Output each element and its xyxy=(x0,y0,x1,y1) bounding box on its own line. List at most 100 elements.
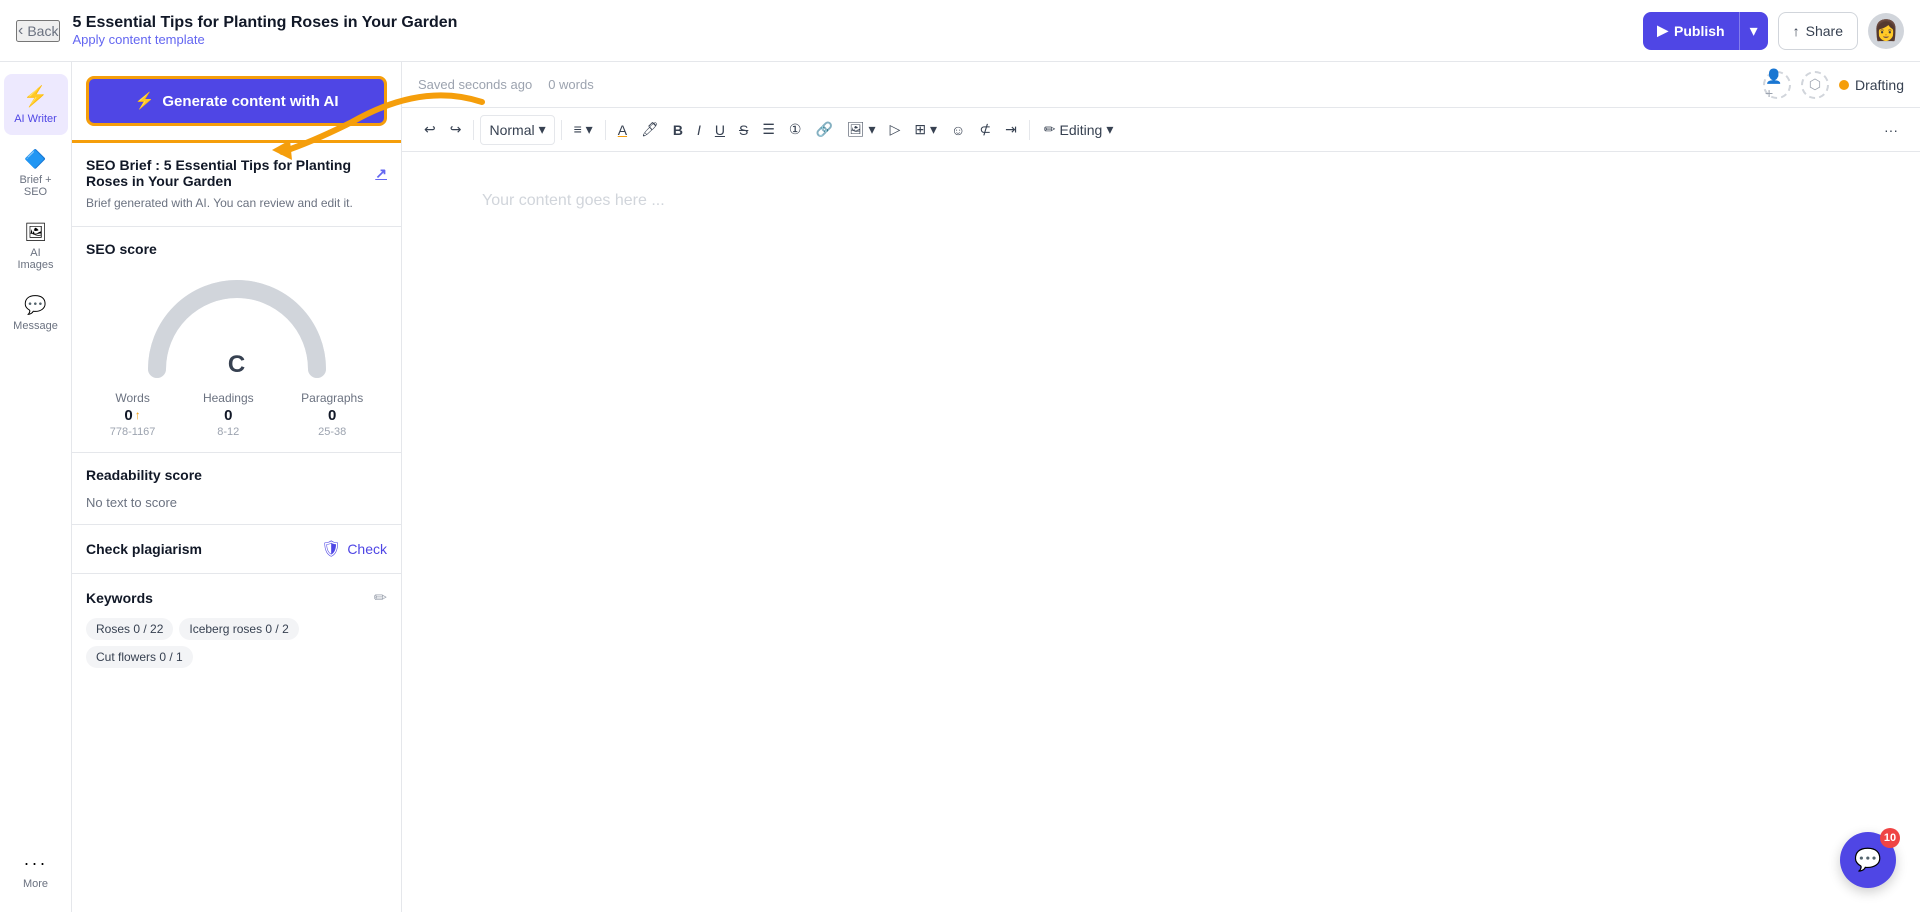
avatar[interactable]: 👩 xyxy=(1868,13,1904,49)
keyword-tag-cut-flowers: Cut flowers 0 / 1 xyxy=(86,646,193,668)
share-icon: ↑ xyxy=(1793,23,1800,39)
sidebar-label-ai-images: AI Images xyxy=(12,247,60,271)
toolbar-sep-3 xyxy=(605,120,606,140)
redo-button[interactable]: ↪ xyxy=(444,115,468,145)
stat-paragraphs-value: 0 xyxy=(328,407,336,424)
image-button[interactable]: 🖼 ▾ xyxy=(841,115,882,145)
seo-score-title: SEO score xyxy=(86,241,387,257)
collab-share-icon[interactable]: ⬡ xyxy=(1801,71,1829,99)
text-color-button[interactable]: A xyxy=(612,115,633,145)
chat-icon: 💬 xyxy=(1854,847,1881,873)
keywords-header: Keywords ✏ xyxy=(86,588,387,608)
stat-words-label: Words xyxy=(115,391,149,405)
back-label: Back xyxy=(27,23,58,39)
drafting-label: Drafting xyxy=(1855,77,1904,93)
more-icon: ··· xyxy=(24,853,48,874)
bold-button[interactable]: B xyxy=(667,115,689,145)
stat-paragraphs-label: Paragraphs xyxy=(301,391,363,405)
link-button[interactable]: 🔗 xyxy=(809,115,838,145)
seo-gauge: C xyxy=(86,269,387,379)
format-chevron-icon: ▾ xyxy=(539,121,546,138)
toolbar-sep-2 xyxy=(561,120,562,140)
chat-button[interactable]: 💬 10 xyxy=(1840,832,1896,888)
strikethrough-button[interactable]: S xyxy=(733,115,754,145)
brief-subtitle: Brief generated with AI. You can review … xyxy=(86,195,387,212)
editing-chevron-icon: ▾ xyxy=(1106,121,1113,138)
italic-button[interactable]: I xyxy=(691,115,707,145)
collab-add-icon[interactable]: 👤+ xyxy=(1763,71,1791,99)
generate-btn-section: ⚡ Generate content with AI xyxy=(72,62,401,143)
chat-widget[interactable]: 💬 10 xyxy=(1840,832,1896,888)
sidebar-item-message[interactable]: 💬 Message xyxy=(4,285,68,342)
publish-icon: ▶ xyxy=(1657,22,1668,39)
lightning-icon: ⚡ xyxy=(23,84,48,109)
share-label: Share xyxy=(1806,23,1843,39)
lightning-generate-icon: ⚡ xyxy=(134,91,154,111)
seo-stats: Words 0 ↑ 778-1167 Headings 0 8-12 Parag… xyxy=(86,391,387,438)
chat-badge: 10 xyxy=(1880,828,1900,848)
back-button[interactable]: ‹ Back xyxy=(16,20,60,42)
align-button[interactable]: ≡ ▾ xyxy=(568,115,599,145)
page-title: 5 Essential Tips for Planting Roses in Y… xyxy=(72,14,457,32)
brief-section: SEO Brief : 5 Essential Tips for Plantin… xyxy=(72,143,401,227)
sidebar-item-more[interactable]: ··· More xyxy=(4,843,68,900)
word-count: 0 words xyxy=(548,77,594,92)
drafting-badge: Drafting xyxy=(1839,77,1904,93)
indent-button[interactable]: ⇥ xyxy=(999,115,1023,145)
header: ‹ Back 5 Essential Tips for Planting Ros… xyxy=(0,0,1920,62)
editor-topbar: Saved seconds ago 0 words 👤+ ⬡ Drafting xyxy=(402,62,1920,108)
sidebar-label-ai-writer: AI Writer xyxy=(14,113,57,125)
numbered-list-button[interactable]: ① xyxy=(783,115,808,145)
images-icon: 🖼 xyxy=(24,222,47,243)
stat-words: Words 0 ↑ 778-1167 xyxy=(110,391,156,438)
toolbar-sep-4 xyxy=(1029,120,1030,140)
editor-content[interactable]: Your content goes here ... xyxy=(402,152,1920,912)
highlight-button[interactable]: 🖊 xyxy=(635,115,665,145)
more-toolbar-button[interactable]: ··· xyxy=(1878,115,1904,145)
stat-paragraphs-range: 25-38 xyxy=(318,426,346,438)
keywords-title: Keywords xyxy=(86,590,153,606)
bullet-list-button[interactable]: ☰ xyxy=(756,115,781,145)
sidebar-label-more: More xyxy=(23,878,48,890)
edit-keywords-icon[interactable]: ✏ xyxy=(374,588,387,608)
special-chars-button[interactable]: ⊄ xyxy=(973,115,997,145)
table-button[interactable]: ⊞ ▾ xyxy=(908,115,943,145)
format-select[interactable]: Normal ▾ xyxy=(480,115,554,145)
stat-paragraphs: Paragraphs 0 25-38 xyxy=(301,391,363,438)
sidebar-item-ai-writer[interactable]: ⚡ AI Writer xyxy=(4,74,68,135)
play-button[interactable]: ▷ xyxy=(884,115,907,145)
chevron-left-icon: ‹ xyxy=(18,22,23,40)
check-label: Check xyxy=(347,541,387,557)
readability-section: Readability score No text to score xyxy=(72,453,401,525)
generate-btn-label: Generate content with AI xyxy=(162,93,338,110)
brief-icon: 🔷 xyxy=(24,149,46,170)
undo-button[interactable]: ↩ xyxy=(418,115,442,145)
editor-status: Saved seconds ago 0 words xyxy=(418,77,594,92)
toolbar-sep-1 xyxy=(473,120,474,140)
generate-content-button[interactable]: ⚡ Generate content with AI xyxy=(86,76,387,126)
stat-words-value: 0 ↑ xyxy=(124,407,140,424)
keyword-tag-iceberg: Iceberg roses 0 / 2 xyxy=(179,618,298,640)
stat-headings-value: 0 xyxy=(224,407,232,424)
apply-template-link[interactable]: Apply content template xyxy=(72,32,457,47)
publish-button[interactable]: ▶ Publish ▾ xyxy=(1643,12,1767,50)
sidebar-label-brief-seo: Brief + SEO xyxy=(12,174,60,198)
brief-external-link[interactable]: ↗ xyxy=(375,165,387,182)
sidebar-item-brief-seo[interactable]: 🔷 Brief + SEO xyxy=(4,139,68,208)
emoji-button[interactable]: ☺ xyxy=(945,115,971,145)
check-plagiarism-button[interactable]: 🛡 Check xyxy=(321,539,387,559)
brief-title: SEO Brief : 5 Essential Tips for Plantin… xyxy=(86,157,387,189)
publish-chevron-icon[interactable]: ▾ xyxy=(1740,12,1768,50)
save-status: Saved seconds ago xyxy=(418,77,532,92)
keyword-tags: Roses 0 / 22 Iceberg roses 0 / 2 Cut flo… xyxy=(86,618,387,668)
pencil-icon: ✏ xyxy=(1044,121,1056,138)
underline-button[interactable]: U xyxy=(709,115,731,145)
sidebar-item-ai-images[interactable]: 🖼 AI Images xyxy=(4,212,68,281)
middle-panel: ⚡ Generate content with AI SEO Brief : 5… xyxy=(72,62,402,912)
share-button[interactable]: ↑ Share xyxy=(1778,12,1858,50)
editor-placeholder: Your content goes here ... xyxy=(482,192,1840,210)
sidebar-label-message: Message xyxy=(13,320,58,332)
editing-label: Editing xyxy=(1060,122,1103,138)
keywords-section: Keywords ✏ Roses 0 / 22 Iceberg roses 0 … xyxy=(72,574,401,682)
editing-mode-selector[interactable]: ✏ Editing ▾ xyxy=(1036,117,1122,142)
